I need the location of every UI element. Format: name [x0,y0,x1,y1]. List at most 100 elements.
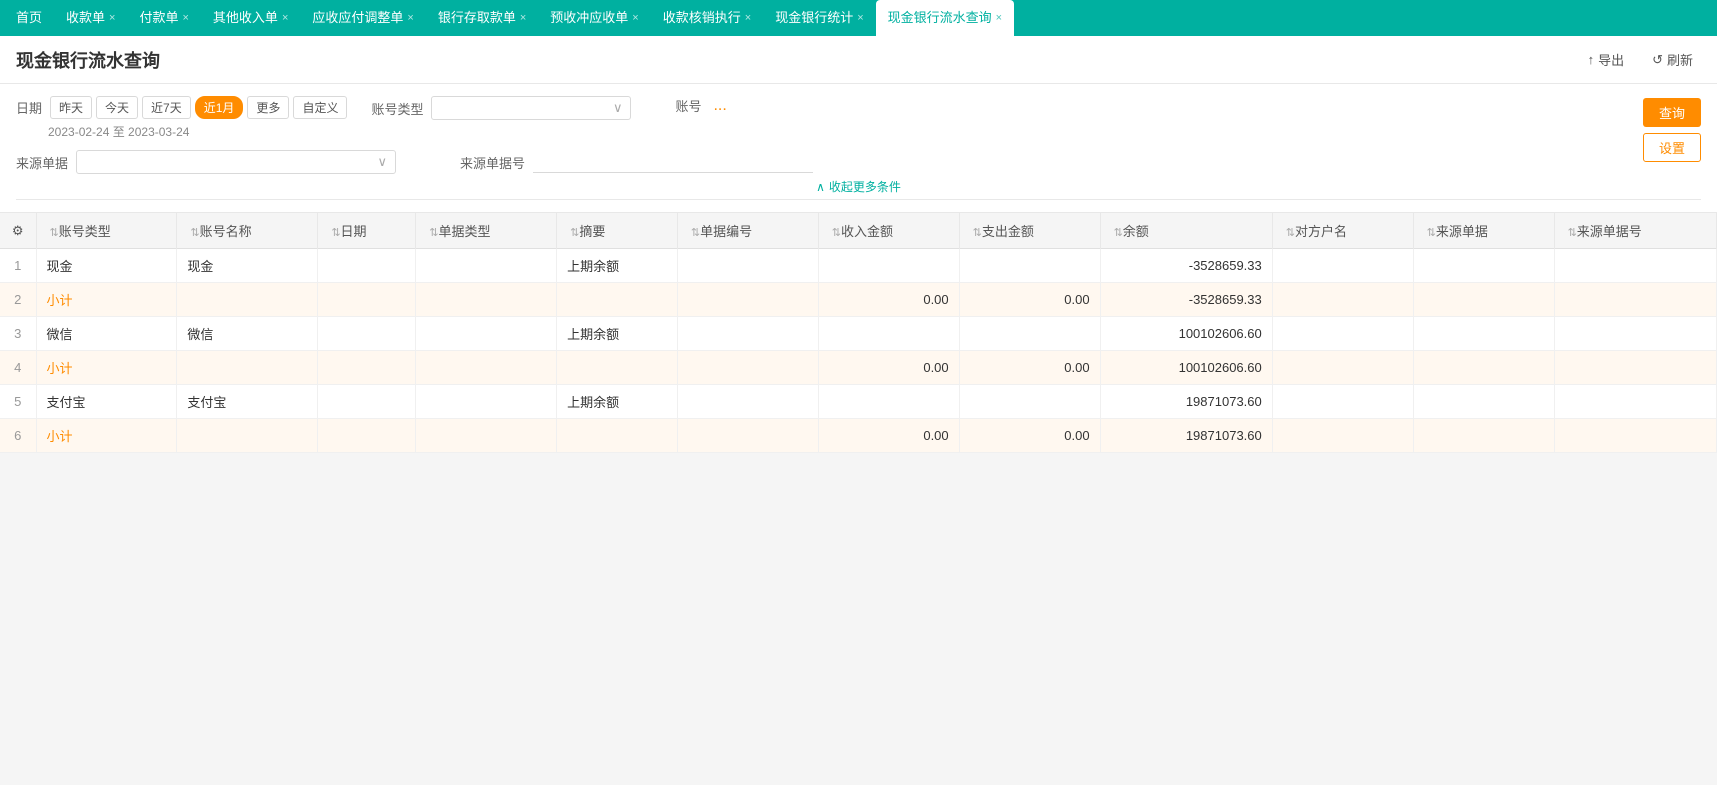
table-row: 3微信微信上期余额100102606.60 [0,317,1717,351]
source-doc-group: 来源单据 ∨ [16,150,436,174]
column-account-type[interactable]: ⇅账号类型 [36,213,177,249]
source-doc-select[interactable]: ∨ [76,150,396,174]
account-type-chevron-icon: ∨ [613,100,623,116]
col-sort-icon: ⇅ [331,227,340,239]
table-cell: 上期余额 [557,317,678,351]
table-cell [677,283,818,317]
query-button[interactable]: 查询 [1643,98,1701,127]
column-source-doc[interactable]: ⇅来源单据 [1413,213,1554,249]
account-dots-button[interactable]: ... [709,97,730,115]
date-btn-1month[interactable]: 近1月 [195,96,244,119]
table-cell [1413,249,1554,283]
table-cell: 19871073.60 [1100,419,1272,453]
nav-item-预收冲应收单[interactable]: 预收冲应收单× [538,0,650,36]
col-sort-icon: ⇅ [570,227,579,239]
column-balance[interactable]: ⇅余额 [1100,213,1272,249]
nav-item-付款单[interactable]: 付款单× [127,0,200,36]
table-row: 4小计0.000.00100102606.60 [0,351,1717,385]
nav-item-现金银行统计[interactable]: 现金银行统计× [763,0,875,36]
account-label: 账号 [675,96,701,115]
column-income[interactable]: ⇅收入金额 [818,213,959,249]
table-cell [1413,317,1554,351]
close-icon[interactable]: × [407,0,413,36]
date-btn-yesterday[interactable]: 昨天 [50,96,92,119]
table-cell: 微信 [36,317,177,351]
close-icon[interactable]: × [520,0,526,36]
table-cell [959,249,1100,283]
data-table: ⚙ ⇅账号类型 ⇅账号名称 ⇅日期 ⇅单据类型 ⇅摘要 ⇅单据编 [0,213,1717,453]
nav-item-收款单[interactable]: 收款单× [54,0,127,36]
table-cell [557,419,678,453]
table-cell: 小计 [36,419,177,453]
table-cell [318,351,416,385]
collapse-button[interactable]: ∧ 收起更多条件 [816,178,901,195]
date-btn-custom[interactable]: 自定义 [293,96,347,119]
table-cell: 0.00 [818,283,959,317]
column-gear[interactable]: ⚙ [0,213,36,249]
column-account-name[interactable]: ⇅账号名称 [177,213,318,249]
date-btn-more[interactable]: 更多 [247,96,289,119]
table-cell [318,317,416,351]
export-icon: ↑ [1588,52,1595,67]
table-cell [177,419,318,453]
table-cell [818,317,959,351]
table-cell [1413,283,1554,317]
close-icon[interactable]: × [857,0,863,36]
close-icon[interactable]: × [282,0,288,36]
col-sort-icon: ⇅ [190,227,199,239]
table-cell [557,351,678,385]
nav-item-应收应付调整单[interactable]: 应收应付调整单× [300,0,425,36]
table-cell [1272,249,1413,283]
filter-top-row: 日期 昨天 今天 近7天 近1月 更多 自定义 2023-02-24 至 202… [16,96,1701,174]
setting-button[interactable]: 设置 [1643,133,1701,162]
col-sort-icon: ⇅ [429,227,438,239]
table-cell [1554,317,1716,351]
close-icon[interactable]: × [996,0,1002,36]
column-doc-no[interactable]: ⇅单据编号 [677,213,818,249]
collapse-label: 收起更多条件 [829,178,901,195]
source-doc-chevron-icon: ∨ [378,154,388,170]
nav-item-银行存取款单[interactable]: 银行存取款单× [426,0,538,36]
nav-item-其他收入单[interactable]: 其他收入单× [201,0,300,36]
close-icon[interactable]: × [745,0,751,36]
close-icon[interactable]: × [182,0,188,36]
table-cell [1272,283,1413,317]
account-group: 账号 ... [675,96,730,115]
table-cell: 5 [0,385,36,419]
table-cell [416,249,557,283]
account-type-select[interactable]: ∨ [431,96,631,120]
col-sort-icon: ⇅ [1286,227,1295,239]
table-header: ⚙ ⇅账号类型 ⇅账号名称 ⇅日期 ⇅单据类型 ⇅摘要 ⇅单据编 [0,213,1717,249]
column-expense[interactable]: ⇅支出金额 [959,213,1100,249]
date-group: 日期 昨天 今天 近7天 近1月 更多 自定义 [16,96,347,119]
column-doc-type[interactable]: ⇅单据类型 [416,213,557,249]
table-cell [416,317,557,351]
source-doc-no-input[interactable] [533,151,813,173]
table-cell [318,283,416,317]
column-date[interactable]: ⇅日期 [318,213,416,249]
date-btn-7days[interactable]: 近7天 [142,96,191,119]
nav-item-现金银行流水查询[interactable]: 现金银行流水查询× [876,0,1014,36]
source-doc-label: 来源单据 [16,153,68,172]
close-icon[interactable]: × [109,0,115,36]
source-doc-no-group: 来源单据号 [460,151,880,173]
export-button[interactable]: ↑ 导出 [1580,46,1633,73]
date-btn-today[interactable]: 今天 [96,96,138,119]
close-icon[interactable]: × [632,0,638,36]
nav-item-首页[interactable]: 首页 [4,0,54,36]
table-cell [318,385,416,419]
table-cell: 6 [0,419,36,453]
filter-bottom-row: 来源单据 ∨ 来源单据号 [16,150,1627,174]
table-cell: 小计 [36,283,177,317]
refresh-button[interactable]: ↺ 刷新 [1644,46,1701,73]
column-summary[interactable]: ⇅摘要 [557,213,678,249]
table-row: 6小计0.000.0019871073.60 [0,419,1717,453]
table-cell [318,419,416,453]
nav-item-收款核销执行[interactable]: 收款核销执行× [651,0,763,36]
table-row: 1现金现金上期余额-3528659.33 [0,249,1717,283]
filter-actions: 查询 设置 [1627,96,1701,162]
column-counterpart[interactable]: ⇅对方户名 [1272,213,1413,249]
gear-icon: ⚙ [12,223,24,238]
table-cell: 0.00 [959,351,1100,385]
column-source-doc-no[interactable]: ⇅来源单据号 [1554,213,1716,249]
